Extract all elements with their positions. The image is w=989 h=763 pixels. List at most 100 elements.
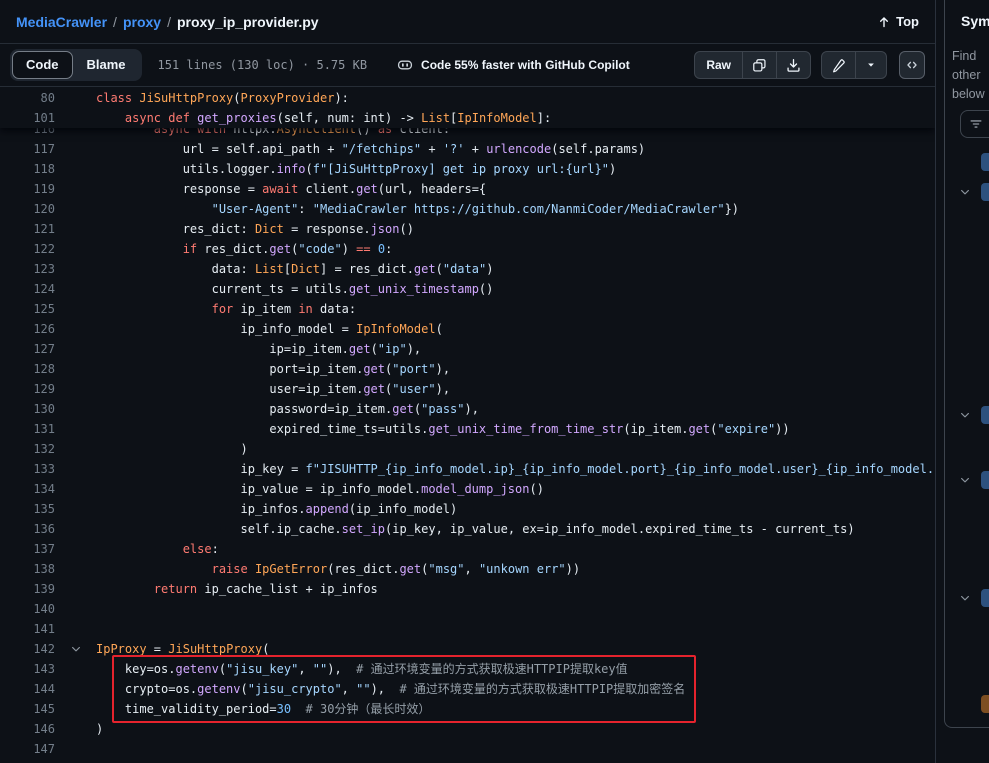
line-number[interactable]: 130 <box>0 399 55 419</box>
back-to-top-button[interactable]: Top <box>877 14 919 29</box>
breadcrumb-folder-link[interactable]: proxy <box>123 14 161 30</box>
code-text: else: <box>96 539 219 559</box>
symbols-panel-icon[interactable] <box>899 51 925 79</box>
code-line: 145 time_validity_period=30 # 30分钟（最长时效） <box>0 699 935 719</box>
raw-button[interactable]: Raw <box>695 52 742 78</box>
copilot-banner[interactable]: Code 55% faster with GitHub Copilot <box>397 57 630 73</box>
code-line: 142IpProxy = JiSuHttpProxy( <box>0 639 935 659</box>
sticky-context-lines: 80class JiSuHttpProxy(ProxyProvider):101… <box>0 88 935 128</box>
line-number[interactable]: 138 <box>0 559 55 579</box>
line-number[interactable]: 140 <box>0 599 55 619</box>
line-number[interactable]: 118 <box>0 159 55 179</box>
line-number[interactable]: 124 <box>0 279 55 299</box>
line-number[interactable]: 133 <box>0 459 55 479</box>
symbols-filter-input[interactable] <box>960 110 989 138</box>
download-icon[interactable] <box>776 52 810 78</box>
line-number[interactable]: 122 <box>0 239 55 259</box>
symbol-kind-badge[interactable] <box>981 695 989 713</box>
line-number[interactable]: 119 <box>0 179 55 199</box>
line-number[interactable]: 128 <box>0 359 55 379</box>
code-line: 133 ip_key = f"JISUHTTP_{ip_info_model.i… <box>0 459 935 479</box>
breadcrumb-repo-link[interactable]: MediaCrawler <box>16 14 107 30</box>
line-number[interactable]: 131 <box>0 419 55 439</box>
line-number[interactable]: 139 <box>0 579 55 599</box>
symbols-panel-description: Find other below <box>952 47 985 104</box>
fold-chevron-icon[interactable] <box>55 643 96 655</box>
filter-icon <box>969 117 983 131</box>
code-line: 141 <box>0 619 935 639</box>
code-line: 127 ip=ip_item.get("ip"), <box>0 339 935 359</box>
code-line: 146) <box>0 719 935 739</box>
code-line: 125 for ip_item in data: <box>0 299 935 319</box>
line-number[interactable]: 125 <box>0 299 55 319</box>
line-number[interactable]: 135 <box>0 499 55 519</box>
code-text: data: List[Dict] = res_dict.get("data") <box>96 259 493 279</box>
symbol-kind-badge[interactable] <box>981 589 989 607</box>
line-number[interactable]: 136 <box>0 519 55 539</box>
line-number[interactable]: 121 <box>0 219 55 239</box>
copilot-icon <box>397 57 413 73</box>
code-line: 118 utils.logger.info(f"[JiSuHttpProxy] … <box>0 159 935 179</box>
arrow-up-icon <box>877 15 891 29</box>
line-number[interactable]: 126 <box>0 319 55 339</box>
edit-group <box>821 51 887 79</box>
line-number[interactable]: 120 <box>0 199 55 219</box>
line-number[interactable]: 101 <box>0 108 55 128</box>
line-number[interactable]: 123 <box>0 259 55 279</box>
code-line: 80class JiSuHttpProxy(ProxyProvider): <box>0 88 935 108</box>
code-viewer: 116 async with httpx.AsyncClient() as cl… <box>0 88 935 763</box>
chevron-down-icon[interactable] <box>959 592 973 606</box>
symbol-kind-badge[interactable] <box>981 183 989 201</box>
symbols-panel-title: Symbols <box>961 13 989 29</box>
raw-copy-download-group: Raw <box>694 51 811 79</box>
code-text: user=ip_item.get("user"), <box>96 379 450 399</box>
symbol-kind-badge[interactable] <box>981 153 989 171</box>
line-number[interactable]: 80 <box>0 88 55 108</box>
code-line: 124 current_ts = utils.get_unix_timestam… <box>0 279 935 299</box>
code-line: 147 <box>0 739 935 759</box>
edit-pencil-icon[interactable] <box>822 52 855 78</box>
code-text: ip_infos.append(ip_info_model) <box>96 499 457 519</box>
line-number[interactable]: 132 <box>0 439 55 459</box>
line-number[interactable]: 147 <box>0 739 55 759</box>
caret-down-icon[interactable] <box>855 52 886 78</box>
code-text: ip_value = ip_info_model.model_dump_json… <box>96 479 544 499</box>
code-line: 122 if res_dict.get("code") == 0: <box>0 239 935 259</box>
line-number[interactable]: 143 <box>0 659 55 679</box>
code-line: 139 return ip_cache_list + ip_infos <box>0 579 935 599</box>
line-number[interactable]: 127 <box>0 339 55 359</box>
line-number[interactable]: 144 <box>0 679 55 699</box>
copy-icon[interactable] <box>742 52 776 78</box>
symbols-panel: Symbols Find other below <box>944 0 989 728</box>
line-number[interactable]: 137 <box>0 539 55 559</box>
code-line: 119 response = await client.get(url, hea… <box>0 179 935 199</box>
chevron-down-icon[interactable] <box>959 409 973 423</box>
line-number[interactable]: 129 <box>0 379 55 399</box>
code-panel: MediaCrawler / proxy / proxy_ip_provider… <box>0 0 936 763</box>
code-text: if res_dict.get("code") == 0: <box>96 239 392 259</box>
symbol-kind-badge[interactable] <box>981 406 989 424</box>
chevron-down-icon[interactable] <box>959 474 973 488</box>
line-number[interactable]: 141 <box>0 619 55 639</box>
chevron-down-icon[interactable] <box>959 186 973 200</box>
line-number[interactable]: 145 <box>0 699 55 719</box>
symbol-kind-badge[interactable] <box>981 471 989 489</box>
line-number[interactable]: 142 <box>0 639 55 659</box>
code-text: utils.logger.info(f"[JiSuHttpProxy] get … <box>96 159 616 179</box>
line-number[interactable]: 134 <box>0 479 55 499</box>
code-text: self.ip_cache.set_ip(ip_key, ip_value, e… <box>96 519 855 539</box>
code-line: 140 <box>0 599 935 619</box>
code-text: time_validity_period=30 # 30分钟（最长时效） <box>96 699 430 719</box>
line-number[interactable]: 146 <box>0 719 55 739</box>
tab-code[interactable]: Code <box>12 51 73 79</box>
breadcrumb: MediaCrawler / proxy / proxy_ip_provider… <box>0 0 935 44</box>
breadcrumb-filename: proxy_ip_provider.py <box>177 14 319 30</box>
code-text: raise IpGetError(res_dict.get("msg", "un… <box>96 559 580 579</box>
tab-blame[interactable]: Blame <box>73 51 140 79</box>
line-number[interactable]: 117 <box>0 139 55 159</box>
code-text: ) <box>96 439 248 459</box>
code-line: 128 port=ip_item.get("port"), <box>0 359 935 379</box>
code-text: return ip_cache_list + ip_infos <box>96 579 378 599</box>
code-text: crypto=os.getenv("jisu_crypto", ""), # 通… <box>96 679 685 699</box>
code-line: 121 res_dict: Dict = response.json() <box>0 219 935 239</box>
